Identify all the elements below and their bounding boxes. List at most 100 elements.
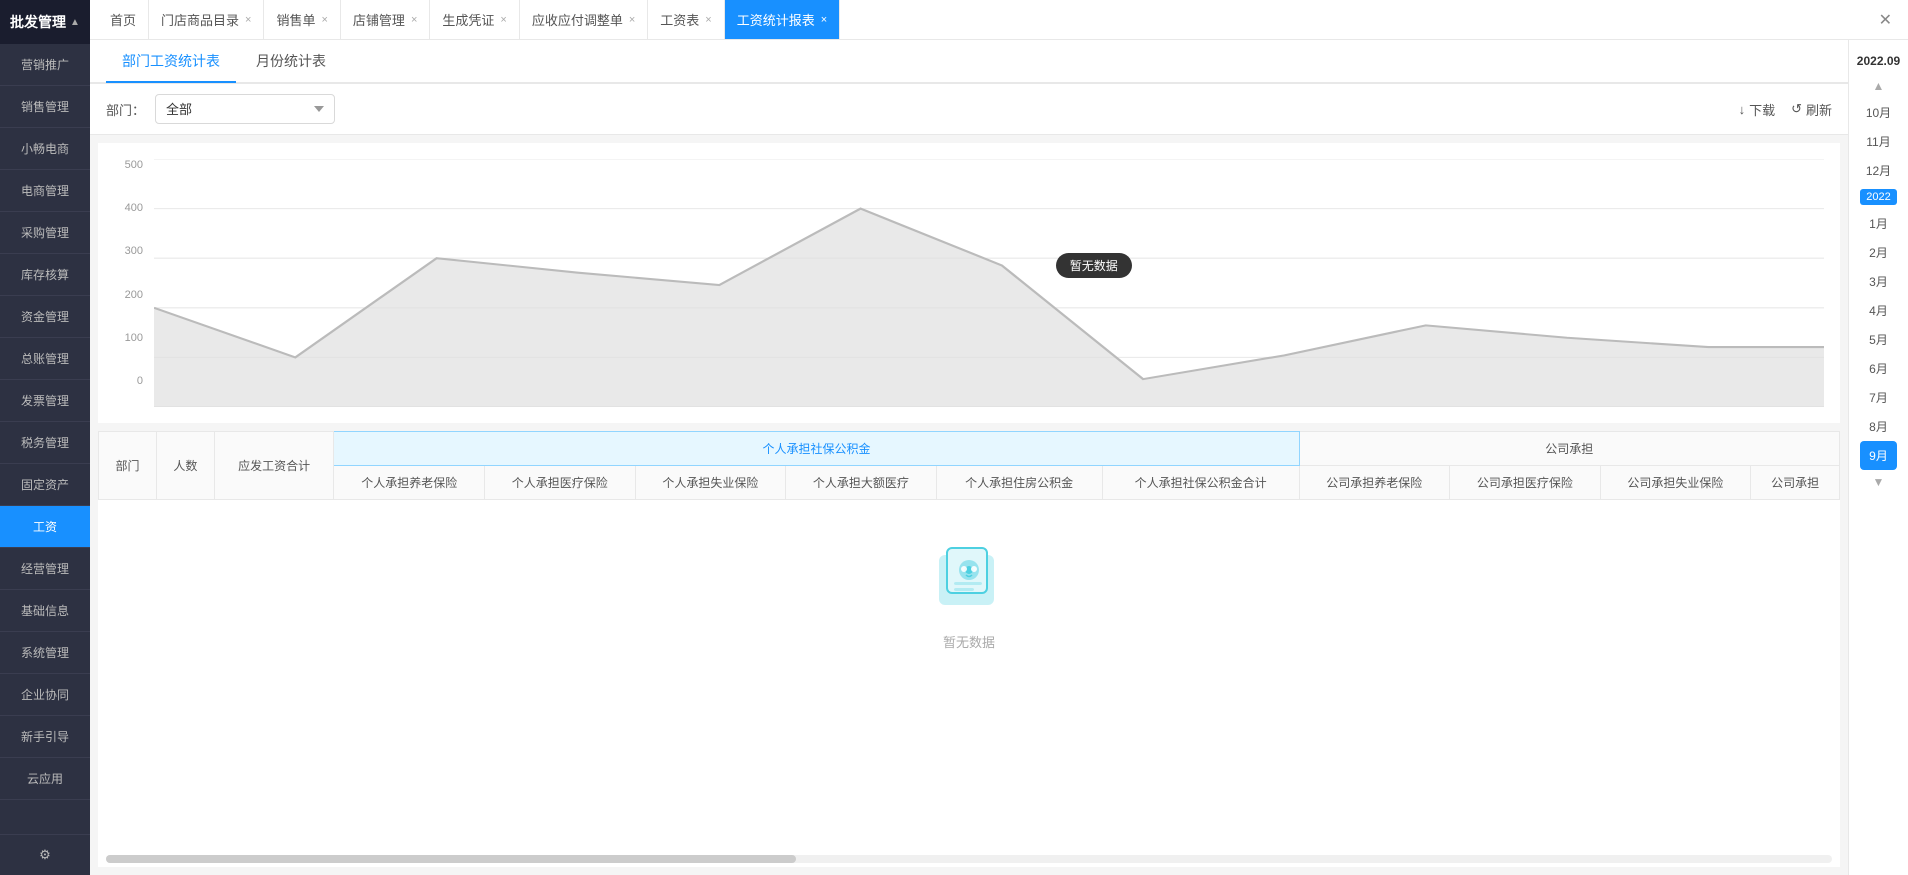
close-all-tabs-button[interactable]: ✕ [1871,10,1900,30]
tab-label: 生成凭证 [442,10,494,29]
tab-生成凭证[interactable]: 生成凭证 × [430,0,519,40]
time-nav-up-button[interactable]: ▲ [1867,74,1891,98]
dept-select[interactable]: 全部 [155,94,335,124]
month-item-4月[interactable]: 4月 [1860,296,1896,325]
tab-close-button[interactable]: × [821,14,827,26]
tab-close-button[interactable]: × [245,14,251,26]
month-item-1月[interactable]: 1月 [1860,209,1896,238]
tab-首页[interactable]: 首页 [98,0,149,40]
month-item-11月[interactable]: 11月 [1860,127,1896,156]
download-button[interactable]: ↓ 下载 [1739,100,1776,119]
sidebar-footer-settings[interactable]: ⚙ [0,834,90,875]
sub-tab-月份统计表[interactable]: 月份统计表 [240,41,342,83]
chart-tooltip: 暂无数据 [1056,253,1132,278]
tab-应收应付调整单[interactable]: 应收应付调整单 × [520,0,648,40]
sidebar-title: 批发管理 [10,12,66,32]
th-total-salary: 应发工资合计 [214,432,334,500]
sidebar-item-资金管理[interactable]: 资金管理 [0,296,90,338]
tab-label: 销售单 [276,10,315,29]
tab-close-button[interactable]: × [705,14,711,26]
month-item-10月[interactable]: 10月 [1860,98,1896,127]
tab-close-button[interactable]: × [500,14,506,26]
data-table: 部门 人数 应发工资合计 个人承担社保公积金 公司承担 个人承担养老保险 个人承… [98,431,1840,500]
y-label-500: 500 [125,159,143,171]
tab-label: 应收应付调整单 [532,10,623,29]
sidebar-header[interactable]: 批发管理 ▲ [0,0,90,44]
th-headcount: 人数 [156,432,214,500]
time-nav-down-button[interactable]: ▼ [1867,470,1891,494]
sidebar-item-库存核算[interactable]: 库存核算 [0,254,90,296]
time-panel: 2022.09 ▲ 10月11月12月 2022 1月2月3月4月5月6月7月8月9… [1848,40,1908,875]
tab-label: 工资表 [660,10,699,29]
tab-label: 门店商品目录 [161,10,239,29]
sidebar-item-工资[interactable]: 工资 [0,506,90,548]
th-group-personal: 个人承担社保公积金 [334,432,1299,466]
table-wrapper[interactable]: 部门 人数 应发工资合计 个人承担社保公积金 公司承担 个人承担养老保险 个人承… [98,431,1840,851]
th-company-medical: 公司承担医疗保险 [1450,466,1601,500]
table-area: 部门 人数 应发工资合计 个人承担社保公积金 公司承担 个人承担养老保险 个人承… [98,431,1840,867]
tab-label: 店铺管理 [353,10,405,29]
th-personal-unemployment: 个人承担失业保险 [635,466,786,500]
empty-state: 暂无数据 [98,500,1840,691]
horizontal-scrollbar[interactable] [106,855,1832,863]
sidebar-item-电商管理[interactable]: 电商管理 [0,170,90,212]
refresh-button[interactable]: ↺ 刷新 [1791,100,1832,119]
th-dept: 部门 [99,432,157,500]
tab-工资统计报表[interactable]: 工资统计报表× [725,0,840,40]
tab-label: 首页 [110,10,136,29]
sidebar-item-云应用[interactable]: 云应用 [0,758,90,800]
th-personal-pension: 个人承担养老保险 [334,466,485,500]
sidebar-item-总账管理[interactable]: 总账管理 [0,338,90,380]
sidebar-item-基础信息[interactable]: 基础信息 [0,590,90,632]
area-chart [154,159,1824,407]
refresh-icon: ↺ [1791,101,1802,117]
month-item-9月[interactable]: 9月 [1860,441,1896,470]
tab-工资表[interactable]: 工资表 × [648,0,724,40]
tab-close-button[interactable]: × [321,14,327,26]
sidebar-item-固定资产[interactable]: 固定资产 [0,464,90,506]
scrollbar-thumb[interactable] [106,855,796,863]
th-personal-total: 个人承担社保公积金合计 [1102,466,1299,500]
sidebar: 批发管理 ▲ 营销推广销售管理小畅电商电商管理采购管理库存核算资金管理总账管理发… [0,0,90,875]
th-group-company: 公司承担 [1299,432,1840,466]
time-panel-header: 2022.09 [1853,48,1904,74]
tab-销售单[interactable]: 销售单 × [264,0,340,40]
month-item-7月[interactable]: 7月 [1860,383,1896,412]
y-label-200: 200 [125,289,143,301]
month-item-12月[interactable]: 12月 [1860,156,1896,185]
sub-tabs: 部门工资统计表月份统计表 [90,40,1848,84]
sidebar-item-新手引导[interactable]: 新手引导 [0,716,90,758]
left-panel: 部门工资统计表月份统计表 部门： 全部 ↓ 下载 ↺ [90,40,1848,875]
y-label-100: 100 [125,332,143,344]
sidebar-item-小畅电商[interactable]: 小畅电商 [0,128,90,170]
th-personal-major-medical: 个人承担大额医疗 [786,466,937,500]
tab-close-button[interactable]: × [411,14,417,26]
sidebar-item-营销推广[interactable]: 营销推广 [0,44,90,86]
sidebar-item-经营管理[interactable]: 经营管理 [0,548,90,590]
month-item-5月[interactable]: 5月 [1860,325,1896,354]
sidebar-item-发票管理[interactable]: 发票管理 [0,380,90,422]
month-item-8月[interactable]: 8月 [1860,412,1896,441]
chart-area: 500 400 300 200 100 0 [98,143,1840,423]
sidebar-item-税务管理[interactable]: 税务管理 [0,422,90,464]
sub-tab-部门工资统计表[interactable]: 部门工资统计表 [106,41,236,83]
year-badge-2022[interactable]: 2022 [1860,189,1896,205]
tab-门店商品目录[interactable]: 门店商品目录 × [149,0,264,40]
empty-icon [929,540,1009,620]
y-label-300: 300 [125,245,143,257]
th-personal-housing-fund: 个人承担住房公积金 [936,466,1102,500]
dept-label: 部门： [106,100,145,119]
tab-店铺管理[interactable]: 店铺管理 × [341,0,430,40]
month-item-3月[interactable]: 3月 [1860,267,1896,296]
download-icon: ↓ [1739,102,1746,117]
th-company-unemployment: 公司承担失业保险 [1600,466,1751,500]
sidebar-item-销售管理[interactable]: 销售管理 [0,86,90,128]
month-item-2月[interactable]: 2月 [1860,238,1896,267]
sidebar-item-系统管理[interactable]: 系统管理 [0,632,90,674]
th-company-pension: 公司承担养老保险 [1299,466,1450,500]
month-item-6月[interactable]: 6月 [1860,354,1896,383]
sidebar-item-采购管理[interactable]: 采购管理 [0,212,90,254]
sidebar-item-企业协同[interactable]: 企业协同 [0,674,90,716]
tab-close-button[interactable]: × [629,14,635,26]
download-label: 下载 [1749,100,1775,119]
